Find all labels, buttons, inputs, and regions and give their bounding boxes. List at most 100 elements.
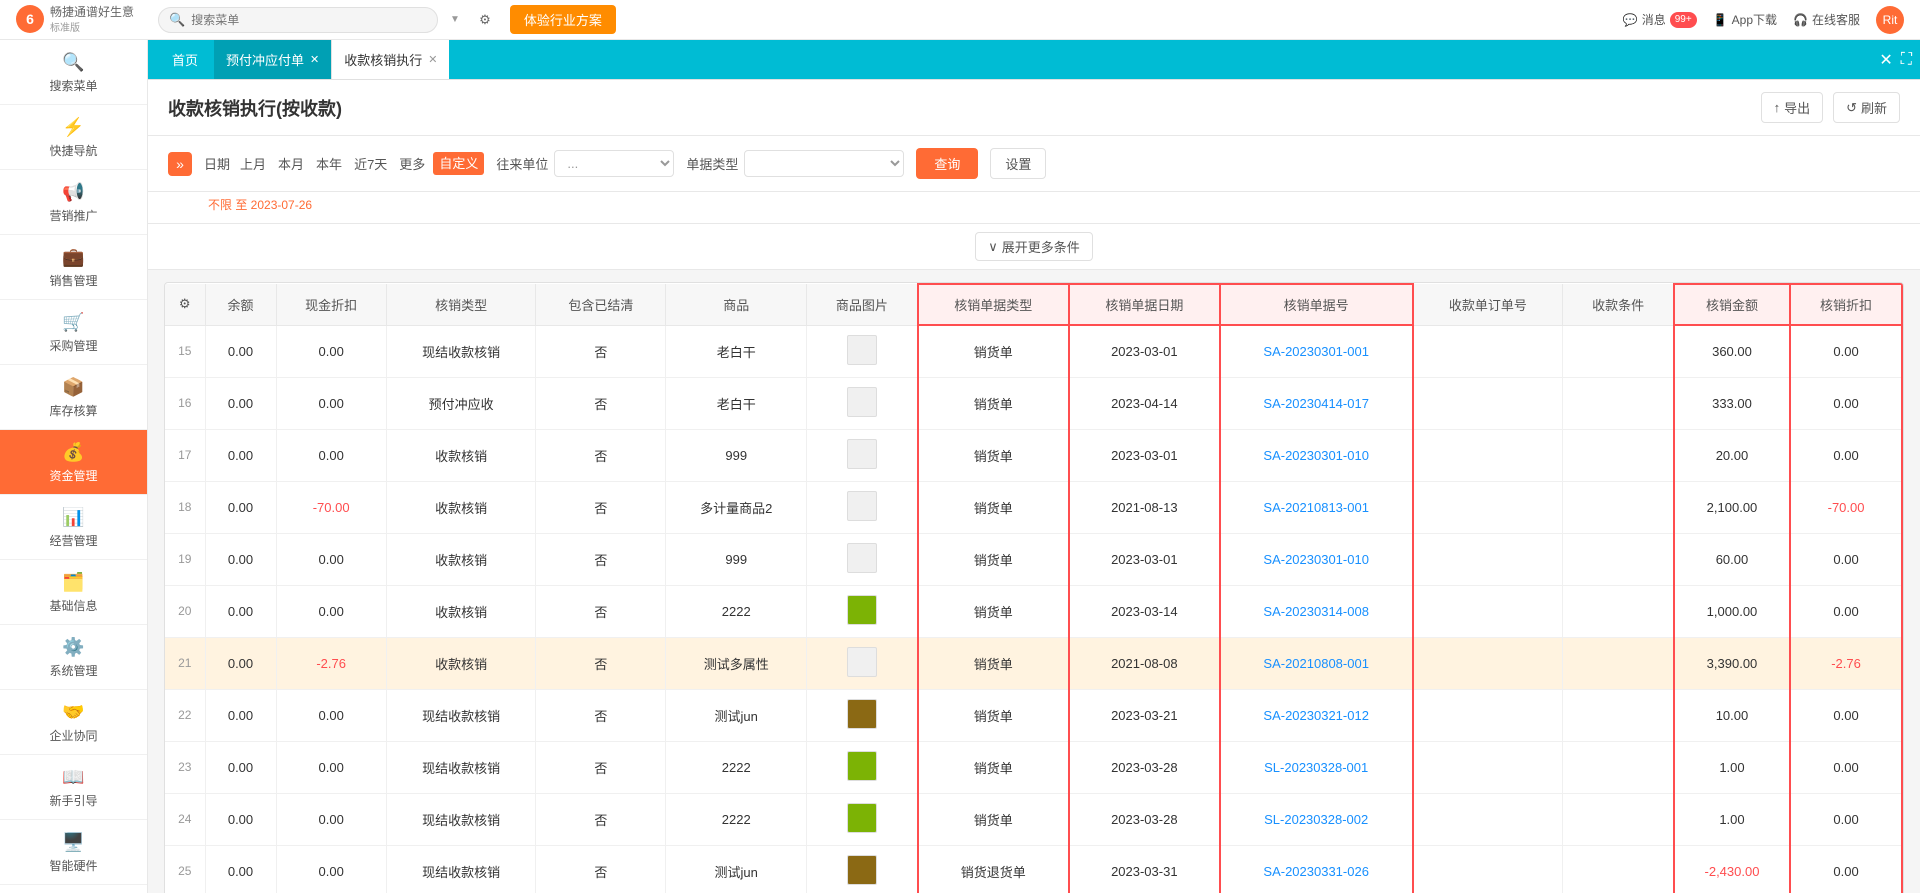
cell-wd: 0.00 xyxy=(1790,533,1902,585)
th-settled: 包含已结清 xyxy=(536,284,666,325)
filter-toggle-btn[interactable]: » xyxy=(168,152,192,176)
cell-condition xyxy=(1563,533,1674,585)
cell-bill-no[interactable]: SA-20230331-026 xyxy=(1220,845,1413,893)
table-row: 22 0.00 0.00 现结收款核销 否 测试jun 销货单 2023-03-… xyxy=(165,689,1902,741)
query-btn[interactable]: 查询 xyxy=(916,148,978,179)
cell-bill-type: 销货单 xyxy=(918,637,1069,689)
settings-icon[interactable]: ⚙ xyxy=(472,7,498,33)
cell-goods-img xyxy=(807,793,918,845)
date-opt-custom[interactable]: 自定义 xyxy=(433,152,484,175)
cell-type: 收款核销 xyxy=(386,533,536,585)
cell-settled: 否 xyxy=(536,429,666,481)
cell-bill-date: 2023-03-21 xyxy=(1069,689,1220,741)
bill-type-select[interactable] xyxy=(744,150,904,177)
sidebar-item-collaboration[interactable]: 🤝 企业协同 xyxy=(0,690,147,755)
sidebar-item-guide[interactable]: 📖 新手引导 xyxy=(0,755,147,820)
online-service-btn[interactable]: 🎧 在线客服 xyxy=(1793,11,1860,28)
cell-condition xyxy=(1563,377,1674,429)
inventory-icon: 📦 xyxy=(62,377,84,398)
sidebar-item-sales[interactable]: 💼 销售管理 xyxy=(0,235,147,300)
sidebar-item-basic-info[interactable]: 🗂️ 基础信息 xyxy=(0,560,147,625)
date-opt-this-month[interactable]: 本月 xyxy=(274,152,308,175)
tab-writeoff-close[interactable]: ✕ xyxy=(428,53,437,66)
search-bar[interactable]: 🔍 xyxy=(158,7,438,33)
cell-bill-no[interactable]: SA-20230414-017 xyxy=(1220,377,1413,429)
sidebar-item-operations[interactable]: 📊 经营管理 xyxy=(0,495,147,560)
cell-bill-no[interactable]: SL-20230328-001 xyxy=(1220,741,1413,793)
refresh-btn[interactable]: ↺ 刷新 xyxy=(1833,92,1900,123)
expand-more-btn[interactable]: ∨ 展开更多条件 xyxy=(975,232,1093,261)
cell-bill-no[interactable]: SL-20230328-002 xyxy=(1220,793,1413,845)
cell-num: 20 xyxy=(165,585,205,637)
search-dropdown-arrow[interactable]: ▼ xyxy=(450,14,460,25)
cell-bill-date: 2023-03-31 xyxy=(1069,845,1220,893)
cell-discount: -2.76 xyxy=(276,637,386,689)
th-condition: 收款条件 xyxy=(1563,284,1674,325)
sidebar-item-wechat[interactable]: 💬 企业微信 xyxy=(0,885,147,893)
cell-bill-no[interactable]: SA-20230301-001 xyxy=(1220,325,1413,377)
th-balance: 余额 xyxy=(205,284,276,325)
cell-type: 现结收款核销 xyxy=(386,325,536,377)
cell-num: 15 xyxy=(165,325,205,377)
date-opt-more[interactable]: 更多 xyxy=(395,152,429,175)
th-gear[interactable]: ⚙ xyxy=(165,284,205,325)
tab-close-all-btn[interactable]: ✕ xyxy=(1879,50,1892,70)
tab-home[interactable]: 首页 xyxy=(156,40,214,79)
layout: 🔍 搜索菜单 ⚡ 快捷导航 📢 营销推广 💼 销售管理 🛒 采购管理 📦 库存核… xyxy=(0,40,1920,893)
cell-bill-no[interactable]: SA-20230314-008 xyxy=(1220,585,1413,637)
settings-btn[interactable]: 设置 xyxy=(990,148,1046,179)
th-order-no: 收款单订单号 xyxy=(1413,284,1563,325)
cell-goods: 2222 xyxy=(666,741,807,793)
cell-wd: 0.00 xyxy=(1790,429,1902,481)
sidebar-item-marketing[interactable]: 📢 营销推广 xyxy=(0,170,147,235)
cell-bill-type: 销货单 xyxy=(918,325,1069,377)
export-btn[interactable]: ↑ 导出 xyxy=(1761,92,1824,123)
sidebar-item-search[interactable]: 🔍 搜索菜单 xyxy=(0,40,147,105)
cell-bill-date: 2023-03-01 xyxy=(1069,325,1220,377)
date-opt-last-month[interactable]: 上月 xyxy=(236,152,270,175)
date-opt-7days[interactable]: 近7天 xyxy=(350,152,391,175)
industry-btn[interactable]: 体验行业方案 xyxy=(510,5,616,34)
cell-order-no xyxy=(1413,637,1563,689)
cell-goods: 多计量商品2 xyxy=(666,481,807,533)
sidebar-item-purchase[interactable]: 🛒 采购管理 xyxy=(0,300,147,365)
cell-bill-no[interactable]: SA-20210813-001 xyxy=(1220,481,1413,533)
tab-prepaid[interactable]: 预付冲应付单 ✕ xyxy=(214,40,332,79)
page-header: 收款核销执行(按收款) ↑ 导出 ↺ 刷新 xyxy=(148,80,1920,136)
search-input[interactable] xyxy=(191,13,427,27)
cell-goods-img xyxy=(807,741,918,793)
app-download-btn[interactable]: 📱 App下载 xyxy=(1713,11,1777,28)
cell-condition xyxy=(1563,429,1674,481)
sidebar-item-nav[interactable]: ⚡ 快捷导航 xyxy=(0,105,147,170)
cell-bill-no[interactable]: SA-20210808-001 xyxy=(1220,637,1413,689)
cell-goods: 测试多属性 xyxy=(666,637,807,689)
cell-bill-no[interactable]: SA-20230301-010 xyxy=(1220,429,1413,481)
collaboration-icon: 🤝 xyxy=(62,702,84,723)
cell-bill-date: 2021-08-08 xyxy=(1069,637,1220,689)
cell-type: 现结收款核销 xyxy=(386,689,536,741)
cell-goods: 999 xyxy=(666,429,807,481)
cell-type: 收款核销 xyxy=(386,585,536,637)
user-avatar[interactable]: Rit xyxy=(1876,6,1904,34)
sidebar-item-inventory[interactable]: 📦 库存核算 xyxy=(0,365,147,430)
cell-bill-no[interactable]: SA-20230301-010 xyxy=(1220,533,1413,585)
top-actions: 💬 消息 99+ 📱 App下载 🎧 在线客服 Rit xyxy=(1623,6,1904,34)
tab-prepaid-close[interactable]: ✕ xyxy=(310,53,319,66)
sidebar-item-system[interactable]: ⚙️ 系统管理 xyxy=(0,625,147,690)
cell-order-no xyxy=(1413,429,1563,481)
cell-goods-img xyxy=(807,585,918,637)
refresh-icon: ↺ xyxy=(1846,100,1857,116)
notice-btn[interactable]: 💬 消息 99+ xyxy=(1623,11,1697,28)
date-opt-this-year[interactable]: 本年 xyxy=(312,152,346,175)
cell-goods-img xyxy=(807,481,918,533)
tab-expand-btn[interactable]: ⛶ xyxy=(1901,51,1912,69)
cell-settled: 否 xyxy=(536,741,666,793)
cell-num: 21 xyxy=(165,637,205,689)
table-row: 15 0.00 0.00 现结收款核销 否 老白干 销货单 2023-03-01… xyxy=(165,325,1902,377)
sidebar-item-hardware[interactable]: 🖥️ 智能硬件 xyxy=(0,820,147,885)
tab-writeoff[interactable]: 收款核销执行 ✕ xyxy=(332,40,449,79)
table-row: 25 0.00 0.00 现结收款核销 否 测试jun 销货退货单 2023-0… xyxy=(165,845,1902,893)
party-select[interactable]: ... xyxy=(554,150,674,177)
cell-bill-no[interactable]: SA-20230321-012 xyxy=(1220,689,1413,741)
sidebar-item-finance[interactable]: 💰 资金管理 xyxy=(0,430,147,495)
